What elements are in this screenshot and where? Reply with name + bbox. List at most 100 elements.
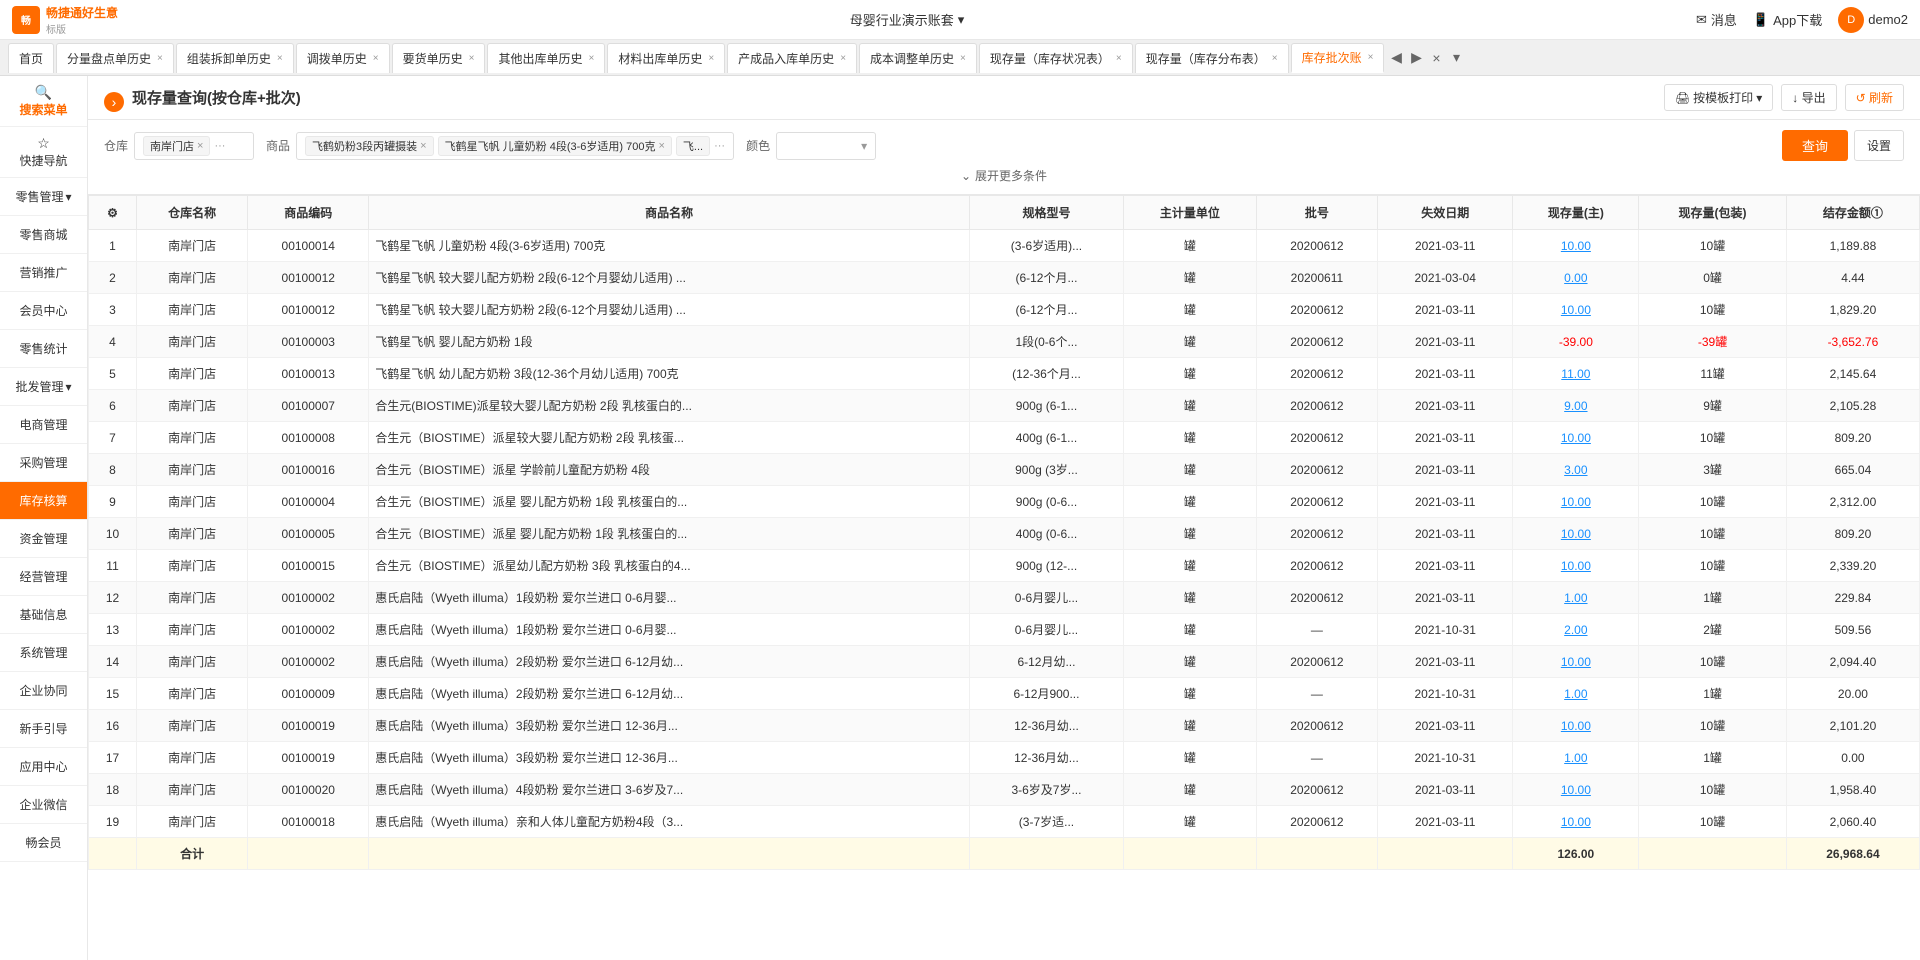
user-menu[interactable]: D demo2	[1838, 7, 1908, 33]
sidebar-item-ecommerce[interactable]: 电商管理	[0, 406, 87, 444]
product-input[interactable]: 飞鹤奶粉3段丙罐摄装 × 飞鹤星飞帆 儿童奶粉 4段(3-6岁适用) 700克 …	[296, 132, 734, 160]
remove-warehouse-tag[interactable]: ×	[197, 140, 203, 152]
tab-home[interactable]: 首页	[8, 43, 54, 73]
col-settings[interactable]: ⚙	[89, 196, 137, 230]
tab-close-icon[interactable]: ×	[1368, 52, 1374, 63]
setting-btn[interactable]: 设置	[1854, 130, 1904, 161]
collapse-sidebar-btn[interactable]: ›	[104, 92, 124, 112]
sidebar-item-retail-mgmt[interactable]: 零售管理▾	[0, 178, 87, 216]
tab-4[interactable]: 要货单历史 ×	[392, 43, 486, 73]
tab-2[interactable]: 组装拆卸单历史 ×	[176, 43, 294, 73]
query-btn[interactable]: 查询	[1782, 130, 1848, 161]
cell-qty-main[interactable]: 10.00	[1513, 486, 1639, 518]
tab-10[interactable]: 现存量（库存分布表） ×	[1135, 43, 1289, 73]
cell-code: 00100020	[248, 774, 369, 806]
sidebar-item-app-center[interactable]: 应用中心	[0, 748, 87, 786]
cell-warehouse: 南岸门店	[137, 518, 248, 550]
cell-amount: 2,101.20	[1786, 710, 1919, 742]
sidebar-item-member[interactable]: 会员中心	[0, 292, 87, 330]
company-dropdown[interactable]: 母婴行业演示账套 ▾	[850, 10, 965, 29]
cell-qty-main[interactable]: 1.00	[1513, 678, 1639, 710]
tab-8[interactable]: 成本调整单历史 ×	[859, 43, 977, 73]
export-btn[interactable]: ↓ 导出	[1781, 84, 1836, 111]
cell-qty-main[interactable]: 3.00	[1513, 454, 1639, 486]
cell-qty-main[interactable]: 11.00	[1513, 358, 1639, 390]
template-print-btn[interactable]: 🖨 按模板打印 ▾	[1664, 84, 1773, 111]
cell-batch: 20200612	[1256, 646, 1377, 678]
sidebar-item-wechat[interactable]: 企业微信	[0, 786, 87, 824]
cell-qty-main[interactable]: 10.00	[1513, 774, 1639, 806]
cell-qty-main[interactable]: 10.00	[1513, 294, 1639, 326]
cell-qty-main[interactable]: 10.00	[1513, 422, 1639, 454]
sidebar-item-ops[interactable]: 经营管理	[0, 558, 87, 596]
sidebar-item-enterprise[interactable]: 企业协同	[0, 672, 87, 710]
tab-close-icon[interactable]: ×	[840, 53, 846, 64]
quick-nav-btn[interactable]: ☆ 快捷导航	[0, 127, 87, 178]
sidebar-item-retail-stats[interactable]: 零售统计	[0, 330, 87, 368]
tab-close-icon[interactable]: ×	[708, 53, 714, 64]
sidebar-item-wholesale[interactable]: 批发管理▾	[0, 368, 87, 406]
cell-qty-main[interactable]: 10.00	[1513, 550, 1639, 582]
tab-close-icon[interactable]: ×	[469, 53, 475, 64]
messages-btn[interactable]: ✉ 消息	[1696, 10, 1737, 29]
sidebar-item-marketing[interactable]: 营销推广	[0, 254, 87, 292]
cell-name: 飞鹤星飞帆 幼儿配方奶粉 3段(12-36个月幼儿适用) 700克	[369, 358, 970, 390]
tab-close-icon[interactable]: ×	[373, 53, 379, 64]
cell-qty-main[interactable]: 10.00	[1513, 230, 1639, 262]
cell-qty-main[interactable]: 1.00	[1513, 742, 1639, 774]
cell-expire: 2021-03-11	[1377, 294, 1513, 326]
sidebar-item-member2[interactable]: 畅会员	[0, 824, 87, 862]
refresh-btn[interactable]: ↺ 刷新	[1845, 84, 1904, 111]
sidebar-item-guide[interactable]: 新手引导	[0, 710, 87, 748]
cell-code: 00100003	[248, 326, 369, 358]
tab-next-btn[interactable]: ▶	[1406, 43, 1426, 73]
cell-qty-pack: 10罐	[1639, 486, 1787, 518]
cell-qty-main[interactable]: -39.00	[1513, 326, 1639, 358]
tab-close-icon[interactable]: ×	[588, 53, 594, 64]
sidebar-item-sys-mgmt[interactable]: 系统管理	[0, 634, 87, 672]
cell-qty-main[interactable]: 9.00	[1513, 390, 1639, 422]
tab-6[interactable]: 材料出库单历史 ×	[607, 43, 725, 73]
cell-spec: 3-6岁及7岁...	[970, 774, 1124, 806]
cell-batch: 20200612	[1256, 518, 1377, 550]
cell-qty-main[interactable]: 10.00	[1513, 646, 1639, 678]
sidebar-item-finance[interactable]: 资金管理	[0, 520, 87, 558]
tab-close-icon[interactable]: ×	[1116, 53, 1122, 64]
cell-no: 18	[89, 774, 137, 806]
expand-more-btn[interactable]: ⌄ 展开更多条件	[104, 161, 1904, 184]
remove-product-tag-2[interactable]: ×	[658, 140, 664, 152]
remove-product-tag-1[interactable]: ×	[420, 140, 426, 152]
sidebar-item-purchase[interactable]: 采购管理	[0, 444, 87, 482]
tab-close-all-btn[interactable]: ×	[1426, 43, 1446, 73]
tab-prev-btn[interactable]: ◀	[1386, 43, 1406, 73]
sidebar-item-inventory[interactable]: 库存核算	[0, 482, 87, 520]
cell-qty-main[interactable]: 10.00	[1513, 710, 1639, 742]
tab-7[interactable]: 产成品入库单历史 ×	[727, 43, 857, 73]
tab-close-icon[interactable]: ×	[960, 53, 966, 64]
cell-qty-main[interactable]: 10.00	[1513, 518, 1639, 550]
search-menu-btn[interactable]: 🔍 搜索菜单	[0, 76, 87, 127]
table-row: 4南岸门店00100003飞鹤星飞帆 婴儿配方奶粉 1段1段(0-6个...罐2…	[89, 326, 1920, 358]
cell-spec: 0-6月婴儿...	[970, 614, 1124, 646]
tab-5[interactable]: 其他出库单历史 ×	[487, 43, 605, 73]
tab-3[interactable]: 调拨单历史 ×	[296, 43, 390, 73]
warehouse-input[interactable]: 南岸门店 × ···	[134, 132, 254, 160]
total-cell-10: 26,968.64	[1786, 838, 1919, 870]
tab-close-icon[interactable]: ×	[1272, 53, 1278, 64]
color-input[interactable]: ▾	[776, 132, 876, 160]
cell-qty-main[interactable]: 2.00	[1513, 614, 1639, 646]
tab-active[interactable]: 库存批次账 ×	[1291, 43, 1385, 73]
cell-qty-main[interactable]: 1.00	[1513, 582, 1639, 614]
tab-menu-btn[interactable]: ▾	[1446, 43, 1466, 73]
cell-expire: 2021-03-11	[1377, 518, 1513, 550]
cell-qty-main[interactable]: 10.00	[1513, 806, 1639, 838]
tab-1[interactable]: 分量盘点单历史 ×	[56, 43, 174, 73]
tab-9[interactable]: 现存量（库存状况表） ×	[979, 43, 1133, 73]
tab-close-icon[interactable]: ×	[157, 53, 163, 64]
cell-qty-main[interactable]: 0.00	[1513, 262, 1639, 294]
app-download-btn[interactable]: 📱 App下载	[1753, 10, 1822, 29]
search-icon: 🔍	[4, 84, 83, 101]
tab-close-icon[interactable]: ×	[277, 53, 283, 64]
sidebar-item-basic-info[interactable]: 基础信息	[0, 596, 87, 634]
sidebar-item-retail-shop[interactable]: 零售商城	[0, 216, 87, 254]
